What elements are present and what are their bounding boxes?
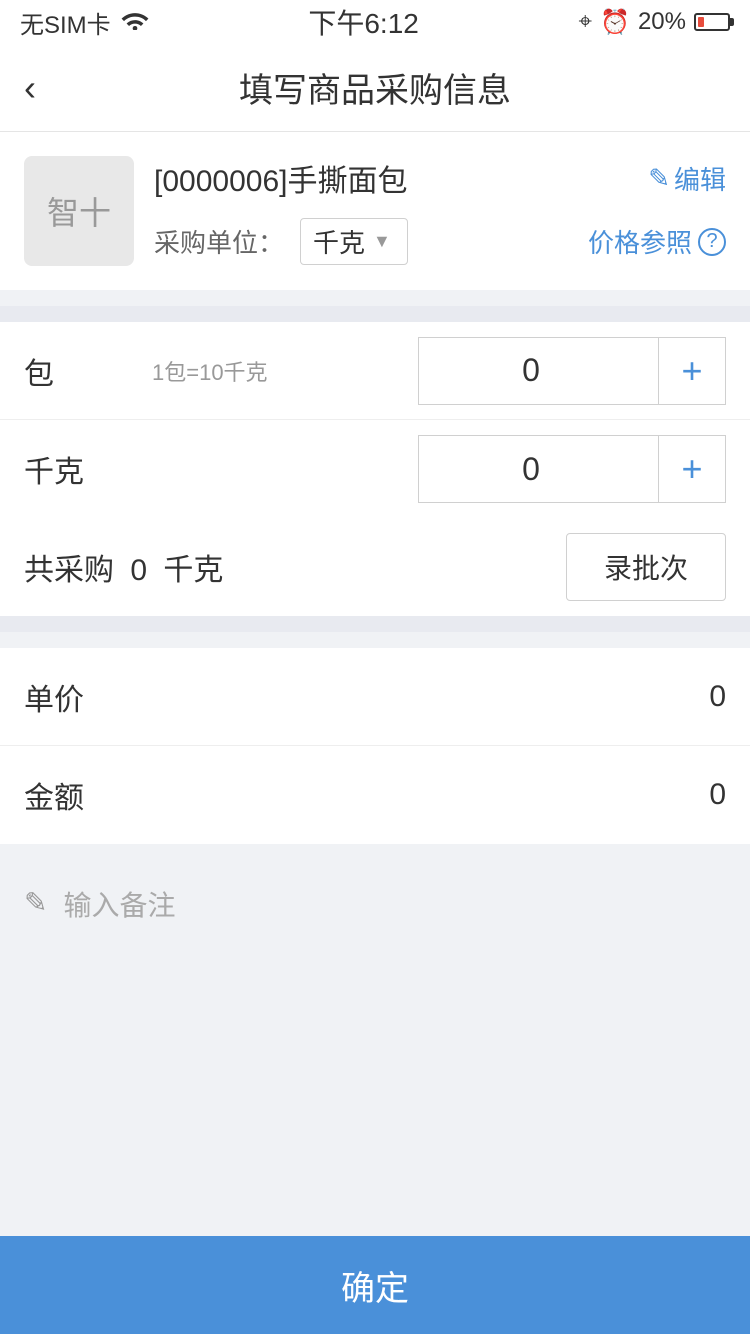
product-image: 智十 [24,156,134,266]
pencil-icon: ✎ [24,886,47,919]
unit-select[interactable]: 千克 ▼ [300,218,408,265]
total-amount: 0 [130,554,147,587]
edit-label: 编辑 [674,160,726,197]
back-button[interactable]: ‹ [24,67,36,109]
amount-label: 金额 [24,773,84,817]
input-section: 包 1包=10千克 + 千克 + [0,322,750,518]
info-icon: ? [698,228,726,256]
product-logo-text: 智十 [47,188,111,234]
kilogram-label: 千克 [24,447,144,491]
unit-price-value: 0 [709,680,726,714]
wifi-icon [121,8,149,37]
purchase-unit-label: 采购单位： [154,223,284,260]
price-ref-label: 价格参照 [588,223,692,260]
purchase-unit-row: 采购单位： 千克 ▼ 价格参照 ? [154,218,726,265]
remark-section[interactable]: ✎ 输入备注 [0,860,750,1260]
product-name-row: [0000006]手撕面包 ✎ 编辑 [154,156,726,200]
bao-plus-button[interactable]: + [658,337,726,405]
location-icon: ⌖ [579,8,593,36]
amount-value: 0 [709,778,726,812]
bao-input[interactable] [418,337,658,405]
total-row: 共采购 0 千克 录批次 [0,518,750,616]
product-info: [0000006]手撕面包 ✎ 编辑 采购单位： 千克 ▼ 价格参照 ? [154,156,726,265]
product-full-name: [0000006]手撕面包 [154,156,407,200]
price-section: 单价 0 金额 0 [0,648,750,844]
divider-2 [0,616,750,632]
total-label: 共采购 [24,554,114,587]
bao-sublabel: 1包=10千克 [152,355,268,387]
total-text: 共采购 0 千克 [24,545,223,589]
price-ref-button[interactable]: 价格参照 ? [588,223,726,260]
unit-value: 千克 [313,223,365,260]
battery-text: 20% [638,8,686,36]
unit-price-row: 单价 0 [0,648,750,746]
confirm-button-label: 确定 [341,1261,409,1310]
kilogram-input-control: + [418,435,726,503]
nav-bar: ‹ 填写商品采购信息 [0,44,750,132]
batch-button[interactable]: 录批次 [566,533,726,601]
status-time: 下午6:12 [308,2,419,42]
kilogram-input[interactable] [418,435,658,503]
carrier-text: 无SIM卡 [20,5,111,40]
alarm-icon: ⏰ [600,8,630,37]
status-bar: 无SIM卡 下午6:12 ⌖ ⏰ 20% [0,0,750,44]
edit-icon: ✎ [648,163,670,194]
product-card: 智十 [0000006]手撕面包 ✎ 编辑 采购单位： 千克 ▼ 价格参照 ? [0,132,750,290]
bao-input-control: + [418,337,726,405]
status-right: ⌖ ⏰ 20% [579,8,730,37]
edit-button[interactable]: ✎ 编辑 [648,160,726,197]
battery-icon [694,13,730,31]
total-unit: 千克 [163,554,223,587]
kilogram-row: 千克 + [0,420,750,518]
divider-1 [0,306,750,322]
bao-row: 包 1包=10千克 + [0,322,750,420]
page-title: 填写商品采购信息 [239,63,511,112]
amount-row: 金额 0 [0,746,750,844]
bao-label: 包 [24,349,144,393]
unit-price-label: 单价 [24,675,84,719]
status-left: 无SIM卡 [20,5,149,40]
kilogram-plus-button[interactable]: + [658,435,726,503]
confirm-button[interactable]: 确定 [0,1236,750,1334]
remark-placeholder: 输入备注 [63,884,175,924]
chevron-down-icon: ▼ [373,231,391,252]
